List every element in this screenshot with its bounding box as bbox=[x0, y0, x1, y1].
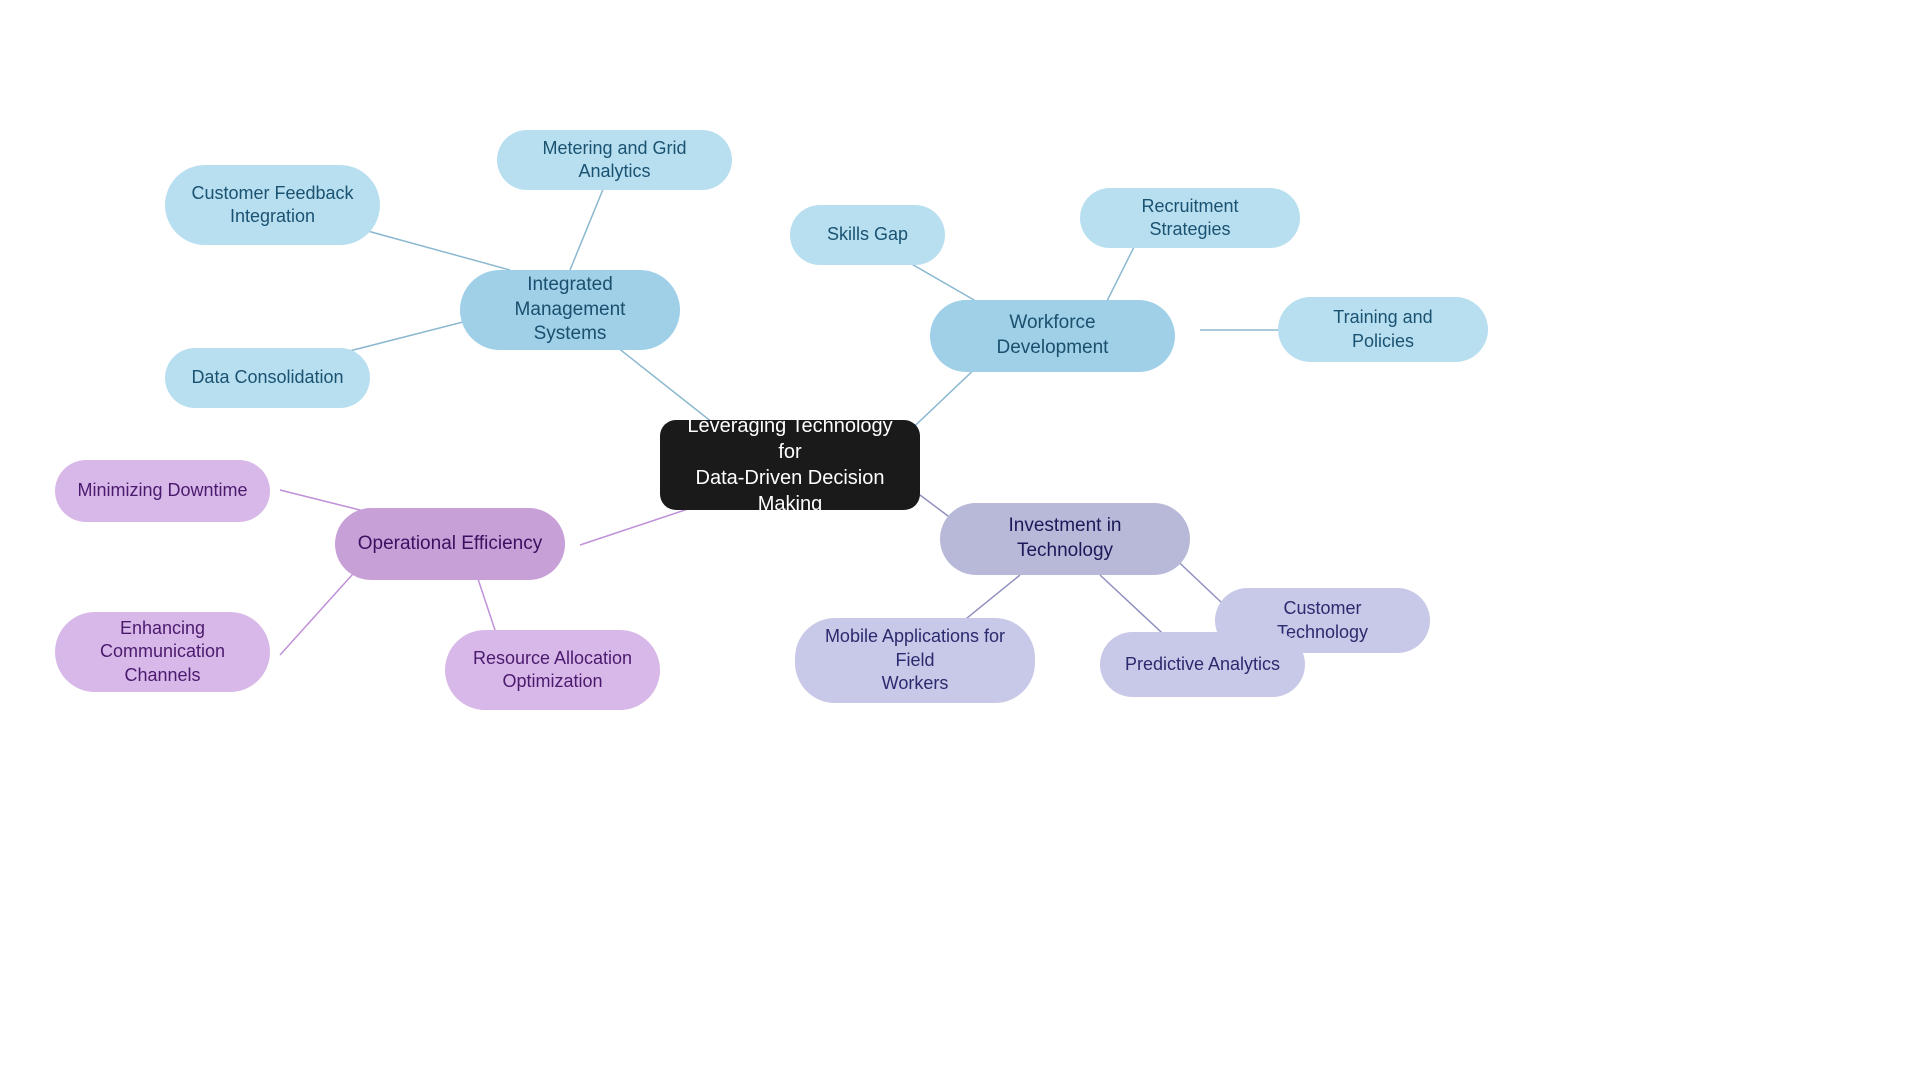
skills-gap-label: Skills Gap bbox=[827, 223, 908, 246]
training-policies-label: Training and Policies bbox=[1300, 306, 1466, 353]
recruitment-strategies-label: Recruitment Strategies bbox=[1102, 195, 1278, 242]
mobile-applications-label: Mobile Applications for FieldWorkers bbox=[817, 625, 1013, 695]
integrated-management-label: Integrated ManagementSystems bbox=[482, 273, 658, 347]
investment-technology-node: Investment in Technology bbox=[940, 503, 1190, 575]
enhancing-communication-node: Enhancing CommunicationChannels bbox=[55, 612, 270, 692]
customer-feedback-node: Customer FeedbackIntegration bbox=[165, 165, 380, 245]
customer-feedback-label: Customer FeedbackIntegration bbox=[191, 182, 353, 229]
investment-technology-label: Investment in Technology bbox=[962, 514, 1168, 563]
enhancing-communication-label: Enhancing CommunicationChannels bbox=[77, 617, 248, 687]
resource-allocation-label: Resource AllocationOptimization bbox=[473, 647, 632, 694]
center-node: Leveraging Technology forData-Driven Dec… bbox=[660, 420, 920, 510]
data-consolidation-node: Data Consolidation bbox=[165, 348, 370, 408]
predictive-analytics-label: Predictive Analytics bbox=[1125, 653, 1280, 676]
minimizing-downtime-label: Minimizing Downtime bbox=[77, 479, 247, 502]
minimizing-downtime-node: Minimizing Downtime bbox=[55, 460, 270, 522]
operational-efficiency-label: Operational Efficiency bbox=[358, 532, 542, 557]
center-label: Leveraging Technology forData-Driven Dec… bbox=[682, 413, 898, 517]
data-consolidation-label: Data Consolidation bbox=[191, 366, 343, 389]
workforce-development-node: Workforce Development bbox=[930, 300, 1175, 372]
integrated-management-node: Integrated ManagementSystems bbox=[460, 270, 680, 350]
operational-efficiency-node: Operational Efficiency bbox=[335, 508, 565, 580]
resource-allocation-node: Resource AllocationOptimization bbox=[445, 630, 660, 710]
metering-grid-node: Metering and Grid Analytics bbox=[497, 130, 732, 190]
training-policies-node: Training and Policies bbox=[1278, 297, 1488, 362]
mobile-applications-node: Mobile Applications for FieldWorkers bbox=[795, 618, 1035, 703]
skills-gap-node: Skills Gap bbox=[790, 205, 945, 265]
recruitment-strategies-node: Recruitment Strategies bbox=[1080, 188, 1300, 248]
workforce-development-label: Workforce Development bbox=[952, 311, 1153, 360]
predictive-analytics-node: Predictive Analytics bbox=[1100, 632, 1305, 697]
metering-grid-label: Metering and Grid Analytics bbox=[519, 137, 710, 184]
